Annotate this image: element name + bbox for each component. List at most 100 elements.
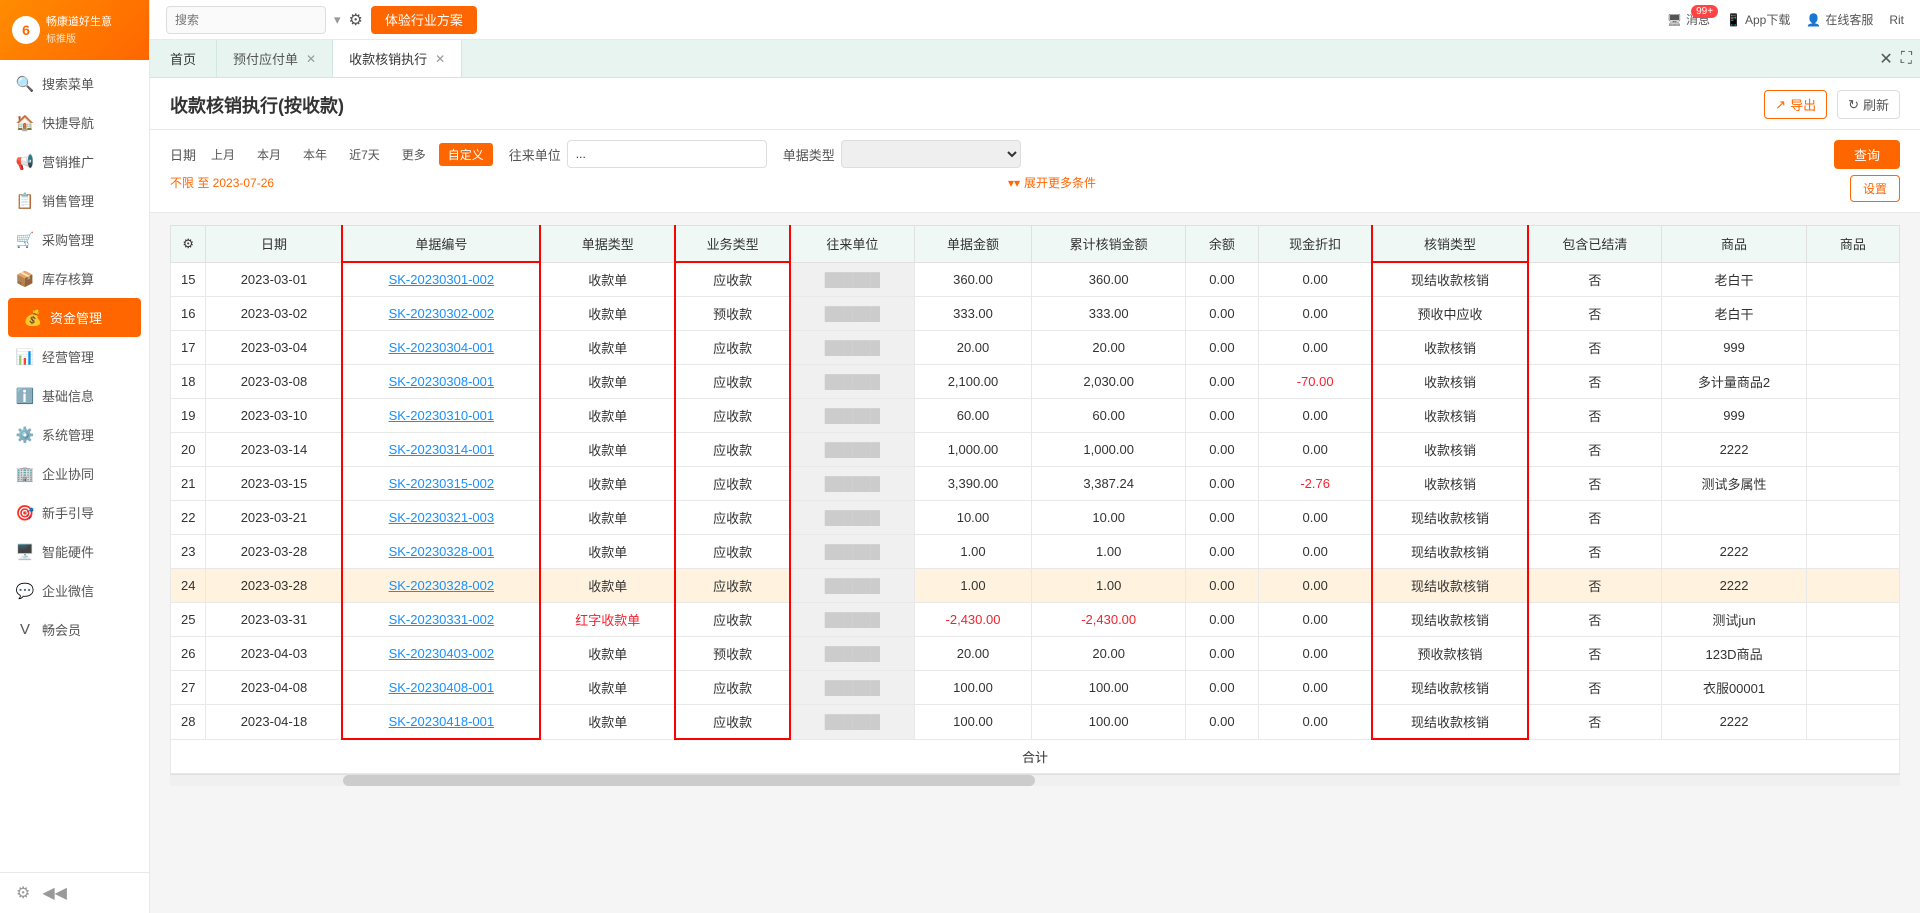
tab-receivable-label: 收款核销执行: [349, 49, 427, 68]
online-service-button[interactable]: 👤 在线客服: [1806, 11, 1873, 28]
td-date: 2023-04-03: [206, 637, 342, 671]
bill-no-link[interactable]: SK-20230315-002: [389, 476, 495, 491]
td-biz-type: 应收款: [675, 331, 790, 365]
td-amount: 60.00: [914, 399, 1032, 433]
sidebar-item-guide[interactable]: 🎯 新手引导: [0, 493, 149, 532]
table-row: 22 2023-03-21 SK-20230321-003 收款单 应收款 ██…: [171, 501, 1900, 535]
bill-no-link[interactable]: SK-20230301-002: [389, 272, 495, 287]
settings-bottom-icon[interactable]: ⚙: [16, 883, 30, 903]
bill-no-link[interactable]: SK-20230314-001: [389, 442, 495, 457]
bill-no-link[interactable]: SK-20230302-002: [389, 306, 495, 321]
query-button[interactable]: 查询: [1834, 140, 1900, 169]
tab-preorder-close[interactable]: ✕: [306, 52, 316, 66]
th-discount: 现金折扣: [1258, 226, 1372, 263]
message-button[interactable]: 🖥 消息 99+: [1667, 11, 1710, 28]
bill-no-link[interactable]: SK-20230403-002: [389, 646, 495, 661]
td-amount: 20.00: [914, 637, 1032, 671]
sidebar-item-quicknav[interactable]: 🏠 快捷导航: [0, 103, 149, 142]
collapse-icon[interactable]: ◀◀: [42, 883, 67, 903]
horizontal-scrollbar[interactable]: [170, 774, 1900, 786]
tab-home[interactable]: 首页: [150, 40, 217, 77]
td-included: 否: [1528, 671, 1662, 705]
sidebar-item-member[interactable]: V 畅会员: [0, 610, 149, 649]
bill-no-link[interactable]: SK-20230321-003: [389, 510, 495, 525]
td-date: 2023-03-21: [206, 501, 342, 535]
settings-button[interactable]: 设置: [1850, 175, 1900, 202]
sidebar-menu: 🔍 搜索菜单 🏠 快捷导航 📢 营销推广 📋 销售管理 🛒 采购管理 📦 库存核…: [0, 60, 149, 872]
sidebar-item-sales[interactable]: 📋 销售管理: [0, 181, 149, 220]
dropdown-arrow-icon[interactable]: ▾: [334, 12, 341, 28]
guide-icon: 🎯: [16, 504, 34, 522]
td-bill-no: SK-20230302-002: [342, 297, 540, 331]
table-row: 20 2023-03-14 SK-20230314-001 收款单 应收款 ██…: [171, 433, 1900, 467]
table-row: 23 2023-03-28 SK-20230328-001 收款单 应收款 ██…: [171, 535, 1900, 569]
data-table: ⚙ 日期 单据编号 单据类型 业务类型 往来单位 单据金额 累计核销金额 余额 …: [170, 225, 1900, 774]
sidebar-item-basic[interactable]: ℹ️ 基础信息: [0, 376, 149, 415]
td-sn: 15: [171, 262, 206, 297]
td-discount: 0.00: [1258, 331, 1372, 365]
tab-preorder-label: 预付应付单: [233, 49, 298, 68]
solution-button[interactable]: 体验行业方案: [371, 6, 477, 34]
sidebar-item-inventory[interactable]: 📦 库存核算: [0, 259, 149, 298]
th-goods2: 商品: [1806, 226, 1899, 263]
sidebar-item-marketing[interactable]: 📢 营销推广: [0, 142, 149, 181]
td-bill-type: 收款单: [540, 705, 675, 740]
expand-conditions-btn[interactable]: ▾▾ 展开更多条件: [1008, 174, 1096, 191]
counterpart-input[interactable]: [567, 140, 767, 168]
td-balance: 0.00: [1185, 331, 1258, 365]
bill-no-link[interactable]: SK-20230304-001: [389, 340, 495, 355]
tab-maximize-icon[interactable]: ⛶: [1901, 50, 1912, 68]
table-settings-icon[interactable]: ⚙: [182, 236, 194, 251]
sidebar-item-hardware[interactable]: 🖥️ 智能硬件: [0, 532, 149, 571]
date-this-month[interactable]: 本月: [248, 143, 290, 166]
td-biz-type: 应收款: [675, 467, 790, 501]
sidebar: 6 畅康道好生意 标推版 🔍 搜索菜单 🏠 快捷导航 📢 营销推广 📋 销售管理…: [0, 0, 150, 913]
td-biz-type: 应收款: [675, 433, 790, 467]
sidebar-item-system[interactable]: ⚙️ 系统管理: [0, 415, 149, 454]
date-this-year[interactable]: 本年: [294, 143, 336, 166]
main-area: ▾ ⚙ 体验行业方案 🖥 消息 99+ 📱 App下载 👤 在线客服 Rit 首…: [150, 0, 1920, 913]
sidebar-item-wechat[interactable]: 💬 企业微信: [0, 571, 149, 610]
tab-preorder[interactable]: 预付应付单 ✕: [217, 40, 333, 77]
sidebar-item-operation[interactable]: 📊 经营管理: [0, 337, 149, 376]
date-last-month[interactable]: 上月: [202, 143, 244, 166]
sidebar-item-label: 营销推广: [42, 152, 94, 171]
table-scroll[interactable]: ⚙ 日期 单据编号 单据类型 业务类型 往来单位 单据金额 累计核销金额 余额 …: [170, 225, 1900, 774]
topbar-gear-icon[interactable]: ⚙: [349, 10, 363, 30]
bill-no-link[interactable]: SK-20230331-002: [389, 612, 495, 627]
date-more[interactable]: 更多: [393, 143, 435, 166]
message-badge: 99+: [1691, 5, 1718, 18]
page-header-actions: ↗ 导出 ↻ 刷新: [1764, 90, 1900, 119]
date-7days[interactable]: 近7天: [340, 143, 389, 166]
sidebar-item-finance[interactable]: 💰 资金管理: [8, 298, 141, 337]
tab-close-all-icon[interactable]: ✕: [1879, 49, 1892, 69]
bill-no-link[interactable]: SK-20230418-001: [389, 714, 495, 729]
tabbar-actions: ✕ ⛶: [1871, 40, 1920, 77]
td-goods2: [1806, 467, 1899, 501]
sidebar-item-enterprise[interactable]: 🏢 企业协同: [0, 454, 149, 493]
bill-no-link[interactable]: SK-20230408-001: [389, 680, 495, 695]
app-download-button[interactable]: 📱 App下载: [1726, 11, 1790, 28]
bill-type-select[interactable]: [841, 140, 1021, 168]
td-discount: -2.76: [1258, 467, 1372, 501]
td-accum: 60.00: [1032, 399, 1186, 433]
td-write-type: 收款核销: [1372, 433, 1527, 467]
td-counterpart: ██████: [790, 637, 914, 671]
sidebar-item-search[interactable]: 🔍 搜索菜单: [0, 64, 149, 103]
td-biz-type: 应收款: [675, 399, 790, 433]
refresh-button[interactable]: ↻ 刷新: [1837, 90, 1900, 119]
topbar-search-input[interactable]: [166, 6, 326, 34]
sidebar-item-purchase[interactable]: 🛒 采购管理: [0, 220, 149, 259]
th-settings[interactable]: ⚙: [171, 226, 206, 263]
bill-no-link[interactable]: SK-20230328-002: [389, 578, 495, 593]
tab-receivable-close[interactable]: ✕: [435, 52, 445, 66]
tab-receivable[interactable]: 收款核销执行 ✕: [333, 40, 462, 77]
export-button[interactable]: ↗ 导出: [1764, 90, 1827, 119]
td-discount: 0.00: [1258, 603, 1372, 637]
scrollbar-thumb[interactable]: [343, 775, 1035, 786]
bill-no-link[interactable]: SK-20230310-001: [389, 408, 495, 423]
bill-no-link[interactable]: SK-20230308-001: [389, 374, 495, 389]
td-counterpart: ██████: [790, 262, 914, 297]
date-custom[interactable]: 自定义: [439, 143, 493, 166]
bill-no-link[interactable]: SK-20230328-001: [389, 544, 495, 559]
